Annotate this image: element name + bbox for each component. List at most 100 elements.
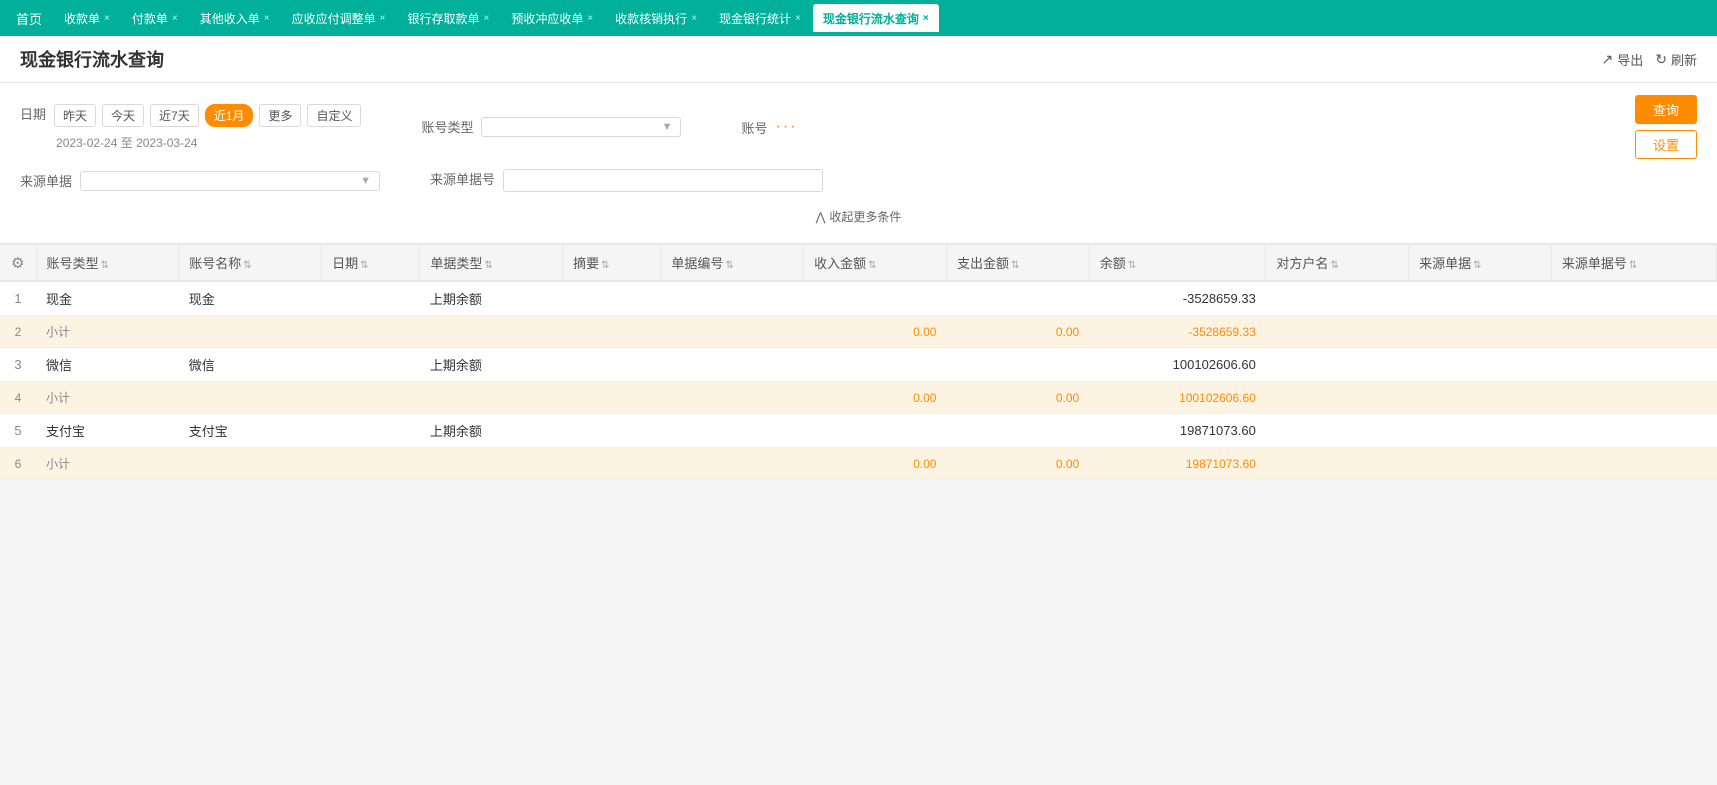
nav-tab-close-icon[interactable]: ×: [264, 13, 270, 24]
col-label-income: 收入金额: [814, 256, 866, 271]
sort-icon-source_doc[interactable]: ⇅: [1473, 260, 1481, 271]
nav-tab-label: 现金银行流水查询: [823, 10, 919, 27]
nav-tab-close-icon[interactable]: ×: [691, 13, 697, 24]
nav-tab-close-icon[interactable]: ×: [483, 13, 489, 24]
source-doc-num-input[interactable]: [503, 169, 823, 192]
collapse-arrow-icon: ⋀: [816, 210, 826, 224]
date-btn-昨天[interactable]: 昨天: [54, 104, 96, 127]
date-btn-更多[interactable]: 更多: [259, 104, 301, 127]
cell-date: [322, 414, 420, 448]
cell-account_name: [179, 382, 322, 414]
cell-counterparty: [1266, 348, 1409, 382]
sort-icon-summary[interactable]: ⇅: [601, 260, 609, 271]
col-header-doc_number: 单据编号⇅: [661, 245, 804, 282]
account-dots-button[interactable]: ···: [775, 118, 797, 136]
nav-tab-应收应付调整单[interactable]: 应收应付调整单 ×: [282, 4, 396, 32]
col-header-expense: 支出金额⇅: [946, 245, 1089, 282]
cell-income: 0.00: [804, 448, 947, 480]
sort-icon-account_name[interactable]: ⇅: [243, 260, 251, 271]
col-label-account_type: 账号类型: [47, 256, 99, 271]
nav-tab-label: 现金银行统计: [719, 10, 791, 27]
date-btn-自定义[interactable]: 自定义: [307, 104, 361, 127]
filter-row-2: 来源单据 ▼ 来源单据号: [20, 169, 1697, 192]
nav-tab-close-icon[interactable]: ×: [795, 13, 801, 24]
date-btn-今天[interactable]: 今天: [102, 104, 144, 127]
page-header: 现金银行流水查询 ↗ 导出 ↻ 刷新: [0, 36, 1717, 83]
cell-counterparty: [1266, 448, 1409, 480]
nav-tab-label: 应收应付调整单: [292, 10, 376, 27]
refresh-button[interactable]: ↻ 刷新: [1655, 50, 1697, 69]
cell-expense: [946, 348, 1089, 382]
table-settings-icon[interactable]: ⚙: [11, 255, 24, 272]
settings-button[interactable]: 设置: [1635, 130, 1697, 159]
cell-account_type: 支付宝: [36, 414, 179, 448]
cell-account_name: [179, 316, 322, 348]
sort-icon-expense[interactable]: ⇅: [1011, 260, 1019, 271]
nav-tab-close-icon[interactable]: ×: [380, 13, 386, 24]
nav-tab-现金银行流水查询[interactable]: 现金银行流水查询 ×: [813, 4, 939, 32]
col-header-summary: 摘要⇅: [563, 245, 661, 282]
cell-source_doc: [1409, 382, 1552, 414]
cell-counterparty: [1266, 316, 1409, 348]
nav-tab-现金银行统计[interactable]: 现金银行统计 ×: [709, 4, 811, 32]
date-btn-近7天[interactable]: 近7天: [150, 104, 199, 127]
cell-balance: 100102606.60: [1089, 348, 1266, 382]
sort-icon-source_doc_num[interactable]: ⇅: [1629, 260, 1637, 271]
sort-icon-doc_number[interactable]: ⇅: [725, 260, 733, 271]
sort-icon-balance[interactable]: ⇅: [1128, 260, 1136, 271]
account-type-select[interactable]: ▼: [481, 117, 681, 137]
collapse-bar[interactable]: ⋀ 收起更多条件: [20, 202, 1697, 231]
cell-account_type: 小计: [36, 316, 179, 348]
cell-expense: [946, 414, 1089, 448]
cell-account_name: 微信: [179, 348, 322, 382]
col-header-counterparty: 对方户名⇅: [1266, 245, 1409, 282]
source-doc-select[interactable]: ▼: [80, 171, 380, 191]
row-number: 6: [0, 448, 36, 480]
cell-income: [804, 281, 947, 316]
collapse-label: 收起更多条件: [829, 208, 901, 225]
sort-icon-account_type[interactable]: ⇅: [101, 260, 109, 271]
cell-summary: [563, 348, 661, 382]
cell-summary: [563, 382, 661, 414]
cell-expense: 0.00: [946, 382, 1089, 414]
sort-icon-counterparty[interactable]: ⇅: [1330, 260, 1338, 271]
date-btn-近1月[interactable]: 近1月: [205, 104, 254, 127]
filter-row-1: 日期 昨天今天近7天近1月更多自定义 2023-02-24 至 2023-03-…: [20, 95, 1697, 159]
source-doc-num-label: 来源单据号: [430, 169, 495, 188]
col-label-counterparty: 对方户名: [1276, 256, 1328, 271]
nav-tab-预收冲应收单[interactable]: 预收冲应收单×: [501, 4, 603, 32]
row-number: 3: [0, 348, 36, 382]
header-actions: ↗ 导出 ↻ 刷新: [1602, 50, 1698, 69]
query-button[interactable]: 查询: [1635, 95, 1697, 124]
cell-date: [322, 448, 420, 480]
col-header-gear[interactable]: ⚙: [0, 245, 36, 282]
nav-tab-close-icon[interactable]: ×: [104, 13, 110, 24]
cell-doc_number: [661, 281, 804, 316]
nav-tab-close-icon[interactable]: ×: [587, 13, 593, 24]
nav-tab-付款单[interactable]: 付款单×: [122, 4, 188, 32]
nav-tab-银行存取款单[interactable]: 银行存取款单×: [397, 4, 499, 32]
nav-tab-close-icon[interactable]: ×: [923, 13, 929, 24]
col-header-doc_type: 单据类型⇅: [420, 245, 563, 282]
nav-tab-收款单[interactable]: 收款单×: [54, 4, 120, 32]
export-button[interactable]: ↗ 导出: [1602, 50, 1644, 69]
sort-icon-date[interactable]: ⇅: [360, 260, 368, 271]
cell-balance: -3528659.33: [1089, 281, 1266, 316]
export-icon: ↗: [1602, 51, 1614, 68]
cell-account_name: [179, 448, 322, 480]
col-label-account_name: 账号名称: [189, 256, 241, 271]
sort-icon-income[interactable]: ⇅: [868, 260, 876, 271]
cell-doc_number: [661, 414, 804, 448]
account-type-filter: 账号类型 ▼: [421, 117, 681, 137]
sort-icon-doc_type[interactable]: ⇅: [484, 260, 492, 271]
nav-tab-收款核销执行[interactable]: 收款核销执行×: [605, 4, 707, 32]
cell-expense: 0.00: [946, 448, 1089, 480]
col-header-source_doc_num: 来源单据号⇅: [1551, 245, 1716, 282]
cell-doc_type: 上期余额: [420, 414, 563, 448]
col-label-expense: 支出金额: [957, 256, 1009, 271]
nav-tab-close-icon[interactable]: ×: [172, 13, 178, 24]
nav-home[interactable]: 首页: [4, 9, 54, 28]
table-row: 3微信微信上期余额100102606.60: [0, 348, 1717, 382]
col-header-income: 收入金额⇅: [804, 245, 947, 282]
nav-tab-其他收入单[interactable]: 其他收入单×: [190, 4, 280, 32]
